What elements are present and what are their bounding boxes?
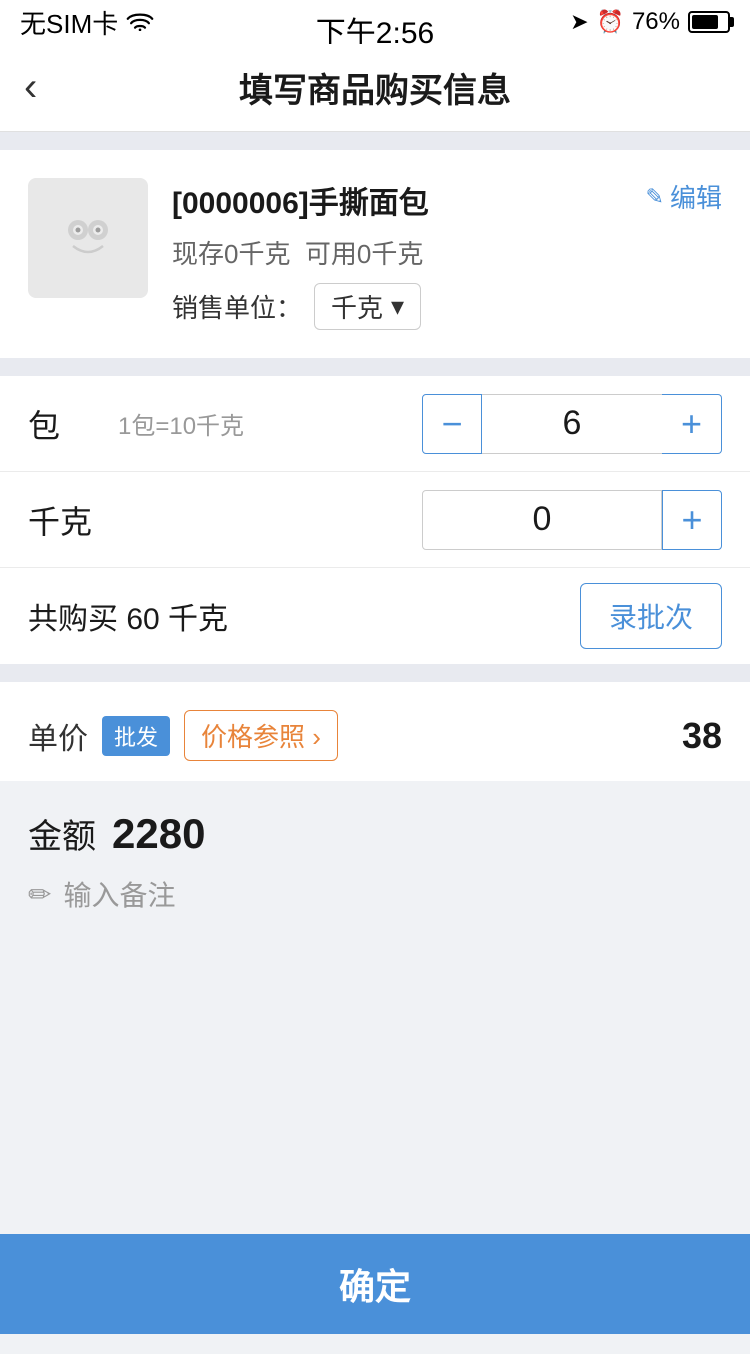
amount-section: 金额 2280 ✏ 输入备注 xyxy=(0,781,750,934)
kilogram-row: 千克 + xyxy=(0,472,750,568)
status-bar: 无SIM卡 下午2:56 ➤ ⏰ 76% xyxy=(0,0,750,44)
amount-label: 金额 xyxy=(28,809,96,858)
mid-divider xyxy=(0,358,750,376)
edit-icon: ✎ xyxy=(646,184,664,210)
kilogram-label: 千克 xyxy=(28,497,108,543)
pencil-icon: ✏ xyxy=(28,878,51,911)
summary-divider xyxy=(0,664,750,682)
page-title: 填写商品购买信息 xyxy=(239,63,511,112)
dropdown-arrow-icon: ▾ xyxy=(391,291,404,322)
kilogram-increment-button[interactable]: + xyxy=(662,490,722,550)
batch-button[interactable]: 录批次 xyxy=(580,583,722,649)
kilogram-quantity-control: + xyxy=(422,490,722,550)
product-stock: 现存0千克 可用0千克 xyxy=(172,234,722,271)
amount-row: 金额 2280 xyxy=(28,809,722,858)
kilogram-input[interactable] xyxy=(422,490,662,550)
bag-label: 包 xyxy=(28,401,108,447)
amount-value: 2280 xyxy=(112,810,205,858)
product-unit: 销售单位： 千克 ▾ xyxy=(172,283,722,330)
summary-row: 共购买 60 千克 录批次 xyxy=(0,568,750,664)
product-image xyxy=(28,178,148,298)
bag-sublabel: 1包=10千克 xyxy=(118,406,422,441)
summary-text: 共购买 60 千克 xyxy=(28,594,580,638)
nav-bar: ‹ 填写商品购买信息 xyxy=(0,44,750,132)
carrier-text: 无SIM卡 xyxy=(20,4,118,41)
price-label: 单价 xyxy=(28,714,88,758)
note-placeholder: 输入备注 xyxy=(63,874,175,914)
status-left: 无SIM卡 xyxy=(20,4,154,41)
price-reference-button[interactable]: 价格参照 › xyxy=(184,710,338,761)
bag-row: 包 1包=10千克 − + xyxy=(0,376,750,472)
unit-dropdown[interactable]: 千克 ▾ xyxy=(314,283,421,330)
top-divider xyxy=(0,132,750,150)
content-filler xyxy=(0,934,750,1254)
alarm-icon: ⏰ xyxy=(597,9,624,35)
price-value: 38 xyxy=(682,715,722,757)
form-section: 包 1包=10千克 − + 千克 + xyxy=(0,376,750,568)
status-right: ➤ ⏰ 76% xyxy=(570,8,730,36)
confirm-button[interactable]: 确定 xyxy=(0,1234,750,1334)
price-row: 单价 批发 价格参照 › 38 xyxy=(28,710,722,761)
confirm-button-label: 确定 xyxy=(339,1258,411,1310)
bag-quantity-control: − + xyxy=(422,394,722,454)
bag-increment-button[interactable]: + xyxy=(662,394,722,454)
note-row[interactable]: ✏ 输入备注 xyxy=(28,874,722,914)
product-card: [0000006]手撕面包 现存0千克 可用0千克 销售单位： 千克 ▾ ✎ 编… xyxy=(0,150,750,358)
battery-icon xyxy=(688,11,730,33)
battery-percent: 76% xyxy=(632,8,680,36)
location-icon: ➤ xyxy=(570,9,588,35)
wifi-icon xyxy=(126,7,154,38)
bag-input[interactable] xyxy=(482,394,662,454)
edit-button[interactable]: ✎ 编辑 xyxy=(646,178,722,215)
bag-decrement-button[interactable]: − xyxy=(422,394,482,454)
back-button[interactable]: ‹ xyxy=(24,65,37,110)
product-info: [0000006]手撕面包 现存0千克 可用0千克 销售单位： 千克 ▾ xyxy=(172,178,722,330)
price-tag: 批发 xyxy=(102,716,170,756)
price-section: 单价 批发 价格参照 › 38 xyxy=(0,682,750,781)
product-name: [0000006]手撕面包 xyxy=(172,178,722,222)
